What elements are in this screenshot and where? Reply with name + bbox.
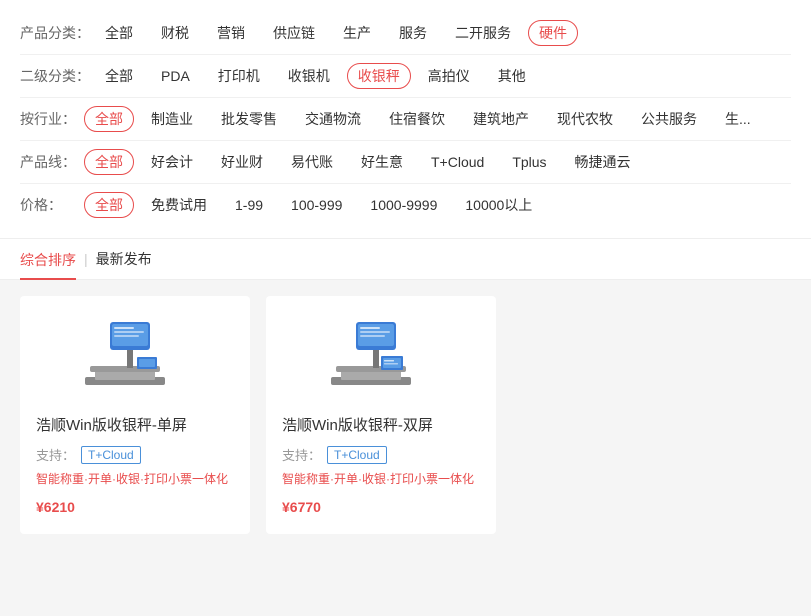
price-symbol-2: ¥	[282, 499, 290, 515]
support-label-2: 支持：	[282, 445, 321, 464]
product-img-area-1	[36, 312, 234, 402]
filter-row-sub-type: 二级分类： 全部 PDA 打印机 收银机 收银秤 高拍仪 其他	[20, 55, 791, 98]
filter-item-highcam[interactable]: 高拍仪	[417, 63, 481, 89]
filter-item-cashscale[interactable]: 收银秤	[347, 63, 411, 89]
filter-item-transport[interactable]: 交通物流	[294, 106, 372, 132]
filter-item-more[interactable]: 生...	[714, 106, 762, 132]
products-area: 浩顺Win版收银秤-单屏 支持： T+Cloud 智能称重·开单·收银·打印小票…	[0, 280, 811, 550]
filter-label-sub-type: 二级分类：	[20, 66, 90, 86]
filter-label-product-line: 产品线：	[20, 152, 80, 172]
filter-item-100-999[interactable]: 100-999	[280, 194, 353, 216]
filter-item-other[interactable]: 其他	[487, 63, 537, 89]
filter-label-product-type: 产品分类：	[20, 23, 90, 43]
support-badge-2: T+Cloud	[327, 446, 387, 464]
price-number-1: 6210	[44, 499, 75, 515]
filter-row-product-type: 产品分类： 全部 财税 营销 供应链 生产 服务 二开服务 硬件	[20, 12, 791, 55]
filter-items-sub-type: 全部 PDA 打印机 收银机 收银秤 高拍仪 其他	[94, 63, 537, 89]
filter-items-product-type: 全部 财税 营销 供应链 生产 服务 二开服务 硬件	[94, 20, 578, 46]
filter-row-product-line: 产品线： 全部 好会计 好业财 易代账 好生意 T+Cloud Tplus 畅捷…	[20, 141, 791, 184]
sort-divider: |	[84, 251, 88, 267]
filter-item-sub-all[interactable]: 全部	[94, 63, 144, 89]
sort-newest[interactable]: 最新发布	[96, 249, 152, 269]
filter-item-industry-all[interactable]: 全部	[84, 106, 134, 132]
product-image-2	[321, 312, 441, 402]
filter-item-hotel[interactable]: 住宿餐饮	[378, 106, 456, 132]
product-img-area-2	[282, 312, 480, 402]
filter-row-industry: 按行业： 全部 制造业 批发零售 交通物流 住宿餐饮 建筑地产 现代农牧 公共服…	[20, 98, 791, 141]
product-image-1	[75, 312, 195, 402]
filter-item-produce[interactable]: 生产	[332, 20, 382, 46]
filter-item-supply[interactable]: 供应链	[262, 20, 326, 46]
sort-composite[interactable]: 综合排序	[20, 250, 76, 280]
filter-item-fin[interactable]: 好业财	[210, 149, 274, 175]
filter-item-price-all[interactable]: 全部	[84, 192, 134, 218]
price-symbol-1: ¥	[36, 499, 44, 515]
filter-label-price: 价格：	[20, 195, 80, 215]
sort-bar: 综合排序 | 最新发布	[0, 239, 811, 280]
filter-item-realestate[interactable]: 建筑地产	[462, 106, 540, 132]
product-name-2: 浩顺Win版收银秤-双屏	[282, 414, 433, 435]
filter-item-line-all[interactable]: 全部	[84, 149, 134, 175]
price-number-2: 6770	[290, 499, 321, 515]
filter-items-product-line: 全部 好会计 好业财 易代账 好生意 T+Cloud Tplus 畅捷通云	[84, 149, 642, 175]
filter-item-1000-9999[interactable]: 1000-9999	[359, 194, 448, 216]
filter-item-1-99[interactable]: 1-99	[224, 194, 274, 216]
filter-item-manufacture[interactable]: 制造业	[140, 106, 204, 132]
product-card-2[interactable]: 浩顺Win版收银秤-双屏 支持： T+Cloud 智能称重·开单·收银·打印小票…	[266, 296, 496, 534]
filter-row-price: 价格： 全部 免费试用 1-99 100-999 1000-9999 10000…	[20, 184, 791, 226]
filter-items-industry: 全部 制造业 批发零售 交通物流 住宿餐饮 建筑地产 现代农牧 公共服务 生..…	[84, 106, 762, 132]
product-name-1: 浩顺Win版收银秤-单屏	[36, 414, 187, 435]
filter-item-free[interactable]: 免费试用	[140, 192, 218, 218]
support-label-1: 支持：	[36, 445, 75, 464]
product-support-2: 支持： T+Cloud	[282, 445, 387, 464]
support-badge-1: T+Cloud	[81, 446, 141, 464]
filter-item-agri[interactable]: 现代农牧	[546, 106, 624, 132]
filter-item-10000plus[interactable]: 10000以上	[454, 192, 543, 218]
product-price-1: ¥6210	[36, 495, 75, 518]
product-support-1: 支持： T+Cloud	[36, 445, 141, 464]
filter-label-industry: 按行业：	[20, 109, 80, 129]
filter-item-hardware[interactable]: 硬件	[528, 20, 578, 46]
filter-item-pda[interactable]: PDA	[150, 65, 201, 87]
product-desc-2: 智能称重·开单·收银·打印小票一体化	[282, 470, 474, 487]
product-desc-1: 智能称重·开单·收银·打印小票一体化	[36, 470, 228, 487]
filter-item-all[interactable]: 全部	[94, 20, 144, 46]
product-card-1[interactable]: 浩顺Win版收银秤-单屏 支持： T+Cloud 智能称重·开单·收银·打印小票…	[20, 296, 250, 534]
filter-item-tax[interactable]: 财税	[150, 20, 200, 46]
product-price-2: ¥6770	[282, 495, 321, 518]
filter-item-tcloud[interactable]: T+Cloud	[420, 151, 495, 173]
filter-items-price: 全部 免费试用 1-99 100-999 1000-9999 10000以上	[84, 192, 543, 218]
filter-item-acc[interactable]: 好会计	[140, 149, 204, 175]
filter-item-express[interactable]: 畅捷通云	[564, 149, 642, 175]
filter-item-opendev[interactable]: 二开服务	[444, 20, 522, 46]
filter-item-printer[interactable]: 打印机	[207, 63, 271, 89]
filter-item-cashregister[interactable]: 收银机	[277, 63, 341, 89]
filter-item-public[interactable]: 公共服务	[630, 106, 708, 132]
filter-item-marketing[interactable]: 营销	[206, 20, 256, 46]
filter-item-service[interactable]: 服务	[388, 20, 438, 46]
filter-item-biz[interactable]: 好生意	[350, 149, 414, 175]
filter-item-wholesale[interactable]: 批发零售	[210, 106, 288, 132]
filter-section: 产品分类： 全部 财税 营销 供应链 生产 服务 二开服务 硬件 二级分类： 全…	[0, 0, 811, 239]
filter-item-inv[interactable]: 易代账	[280, 149, 344, 175]
filter-item-tplus[interactable]: Tplus	[501, 151, 557, 173]
